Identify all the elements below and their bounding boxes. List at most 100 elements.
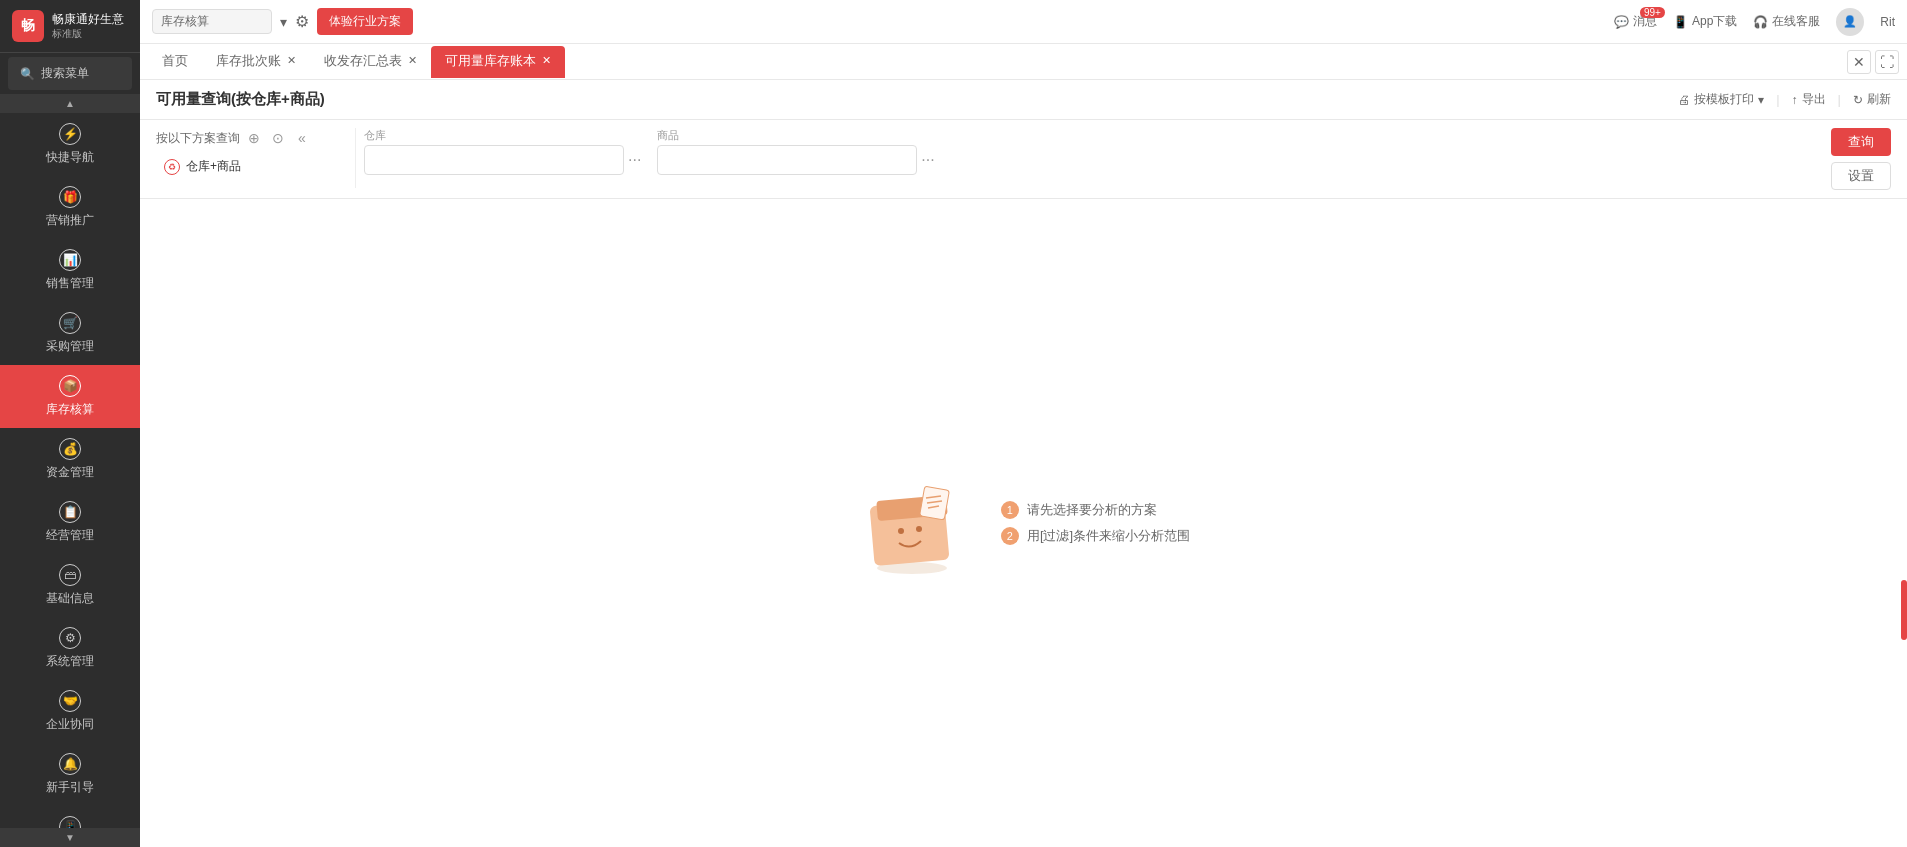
tab-close-batch[interactable]: ✕ xyxy=(287,55,296,66)
empty-tips: 1 请先选择要分析的方案 2 用[过滤]条件来缩小分析范围 xyxy=(1001,501,1190,545)
sidebar-header: 畅 畅康通好生意 标准版 xyxy=(0,0,140,53)
sidebar-item-basic[interactable]: 🗃 基础信息 xyxy=(0,554,140,617)
system-icon: ⚙ xyxy=(59,627,81,649)
sidebar-item-inventory[interactable]: 📦 库存核算 xyxy=(0,365,140,428)
sidebar-item-apps[interactable]: 📱 应用中心 xyxy=(0,806,140,828)
empty-illustration xyxy=(857,463,977,583)
goods-label: 商品 xyxy=(657,128,934,143)
topbar-right: 💬 消息 99+ 📱 App下载 🎧 在线客服 👤 Rit xyxy=(1614,8,1895,36)
tab-collect-summary[interactable]: 收发存汇总表 ✕ xyxy=(310,46,431,78)
tip-num-1: 1 xyxy=(1001,501,1019,519)
svg-rect-5 xyxy=(919,486,949,520)
export-icon: ↑ xyxy=(1792,93,1798,107)
topbar-left: 库存核算 ▾ ⚙ 体验行业方案 xyxy=(152,8,1606,35)
service-icon: 🎧 xyxy=(1753,15,1768,29)
warehouse-input[interactable] xyxy=(364,145,624,175)
enterprise-icon: 🤝 xyxy=(59,690,81,712)
topbar-app-download[interactable]: 📱 App下载 xyxy=(1673,13,1737,30)
empty-tip-2: 2 用[过滤]条件来缩小分析范围 xyxy=(1001,527,1190,545)
svg-point-4 xyxy=(916,526,922,532)
print-icon: 🖨 xyxy=(1678,93,1690,107)
goods-more-btn[interactable]: ··· xyxy=(921,151,934,169)
scheme-icon: ♻ xyxy=(164,159,180,175)
apps-icon: 📱 xyxy=(59,816,81,828)
username: Rit xyxy=(1880,15,1895,29)
industry-btn[interactable]: 体验行业方案 xyxy=(317,8,413,35)
scrollbar-indicator xyxy=(1901,580,1907,640)
basic-icon: 🗃 xyxy=(59,564,81,586)
finance-icon: 💰 xyxy=(59,438,81,460)
topbar-service[interactable]: 🎧 在线客服 xyxy=(1753,13,1820,30)
tab-available-ledger[interactable]: 可用量库存账本 ✕ xyxy=(431,46,565,78)
avatar-icon: 👤 xyxy=(1843,15,1857,28)
sidebar-item-operation[interactable]: 📋 经营管理 xyxy=(0,491,140,554)
topbar: 库存核算 ▾ ⚙ 体验行业方案 💬 消息 99+ 📱 App下载 🎧 在线客服 … xyxy=(140,0,1907,44)
sidebar-item-guide[interactable]: 🔔 新手引导 xyxy=(0,743,140,806)
empty-tip-1: 1 请先选择要分析的方案 xyxy=(1001,501,1190,519)
warehouse-input-wrap: ··· xyxy=(364,145,641,175)
empty-area: 1 请先选择要分析的方案 2 用[过滤]条件来缩小分析范围 xyxy=(140,199,1907,847)
app-icon: 📱 xyxy=(1673,15,1688,29)
inventory-icon: 📦 xyxy=(59,375,81,397)
sidebar-item-purchase[interactable]: 🛒 采购管理 xyxy=(0,302,140,365)
scroll-down-btn[interactable]: ▼ xyxy=(0,828,140,847)
page-title: 可用量查询(按仓库+商品) xyxy=(156,90,325,109)
sidebar-item-quick-nav[interactable]: ⚡ 快捷导航 xyxy=(0,113,140,176)
tab-expand-btn[interactable]: ⛶ xyxy=(1875,50,1899,74)
filter-warehouse-field: 仓库 ··· xyxy=(364,128,641,175)
query-btn[interactable]: 查询 xyxy=(1831,128,1891,156)
scheme-collapse-btn[interactable]: « xyxy=(292,128,312,148)
sidebar-item-system[interactable]: ⚙ 系统管理 xyxy=(0,617,140,680)
search-icon: 🔍 xyxy=(20,67,35,81)
sidebar-search[interactable]: 🔍 搜索菜单 xyxy=(8,57,132,90)
tab-close-collect[interactable]: ✕ xyxy=(408,55,417,66)
marketing-icon: 🎁 xyxy=(59,186,81,208)
topbar-msg[interactable]: 💬 消息 99+ xyxy=(1614,13,1657,30)
refresh-btn[interactable]: ↻ 刷新 xyxy=(1853,91,1891,108)
settings-btn[interactable]: 设置 xyxy=(1831,162,1891,190)
svg-point-3 xyxy=(898,528,904,534)
topbar-gear-btn[interactable]: ⚙ xyxy=(295,12,309,31)
sidebar-item-marketing[interactable]: 🎁 营销推广 xyxy=(0,176,140,239)
print-btn[interactable]: 🖨 按模板打印 ▾ xyxy=(1678,91,1764,108)
scheme-setting-btn[interactable]: ⊙ xyxy=(268,128,288,148)
guide-icon: 🔔 xyxy=(59,753,81,775)
breadcrumb: 库存核算 xyxy=(152,9,272,34)
tab-close-all-btn[interactable]: ✕ xyxy=(1847,50,1871,74)
filter-fields: 仓库 ··· 商品 ··· xyxy=(364,128,1823,175)
msg-badge: 99+ xyxy=(1640,7,1665,18)
refresh-icon: ↻ xyxy=(1853,93,1863,107)
separator-1: | xyxy=(1776,92,1779,107)
sidebar-item-sales[interactable]: 📊 销售管理 xyxy=(0,239,140,302)
page-content: 可用量查询(按仓库+商品) 🖨 按模板打印 ▾ | ↑ 导出 | ↻ 刷新 xyxy=(140,80,1907,847)
quick-nav-icon: ⚡ xyxy=(59,123,81,145)
page-header: 可用量查询(按仓库+商品) 🖨 按模板打印 ▾ | ↑ 导出 | ↻ 刷新 xyxy=(140,80,1907,120)
empty-svg xyxy=(857,463,977,583)
scroll-up-btn[interactable]: ▲ xyxy=(0,94,140,113)
purchase-icon: 🛒 xyxy=(59,312,81,334)
tab-home[interactable]: 首页 xyxy=(148,46,202,78)
filter-goods-field: 商品 ··· xyxy=(657,128,934,175)
sidebar-item-finance[interactable]: 💰 资金管理 xyxy=(0,428,140,491)
action-btns: 查询 设置 xyxy=(1831,128,1891,190)
sales-icon: 📊 xyxy=(59,249,81,271)
page-header-actions: 🖨 按模板打印 ▾ | ↑ 导出 | ↻ 刷新 xyxy=(1678,91,1891,108)
export-btn[interactable]: ↑ 导出 xyxy=(1792,91,1826,108)
sidebar-item-enterprise[interactable]: 🤝 企业协同 xyxy=(0,680,140,743)
filter-area: 按以下方案查询 ⊕ ⊙ « ♻ 仓库+商品 仓库 ··· xyxy=(140,120,1907,199)
warehouse-label: 仓库 xyxy=(364,128,641,143)
tab-batch-ledger[interactable]: 库存批次账 ✕ xyxy=(202,46,310,78)
goods-input-wrap: ··· xyxy=(657,145,934,175)
filter-scheme-panel: 按以下方案查询 ⊕ ⊙ « ♻ 仓库+商品 xyxy=(156,128,356,188)
warehouse-more-btn[interactable]: ··· xyxy=(628,151,641,169)
separator-2: | xyxy=(1838,92,1841,107)
msg-icon: 💬 xyxy=(1614,15,1629,29)
goods-input[interactable] xyxy=(657,145,917,175)
main-content: 库存核算 ▾ ⚙ 体验行业方案 💬 消息 99+ 📱 App下载 🎧 在线客服 … xyxy=(140,0,1907,847)
breadcrumb-dropdown-btn[interactable]: ▾ xyxy=(280,14,287,30)
scheme-add-btn[interactable]: ⊕ xyxy=(244,128,264,148)
scheme-item-warehouse-goods[interactable]: ♻ 仓库+商品 xyxy=(156,154,343,179)
tab-close-available[interactable]: ✕ xyxy=(542,55,551,66)
avatar: 👤 xyxy=(1836,8,1864,36)
sidebar-menu: ⚡ 快捷导航 🎁 营销推广 📊 销售管理 🛒 采购管理 📦 库存核算 💰 资金管… xyxy=(0,113,140,828)
